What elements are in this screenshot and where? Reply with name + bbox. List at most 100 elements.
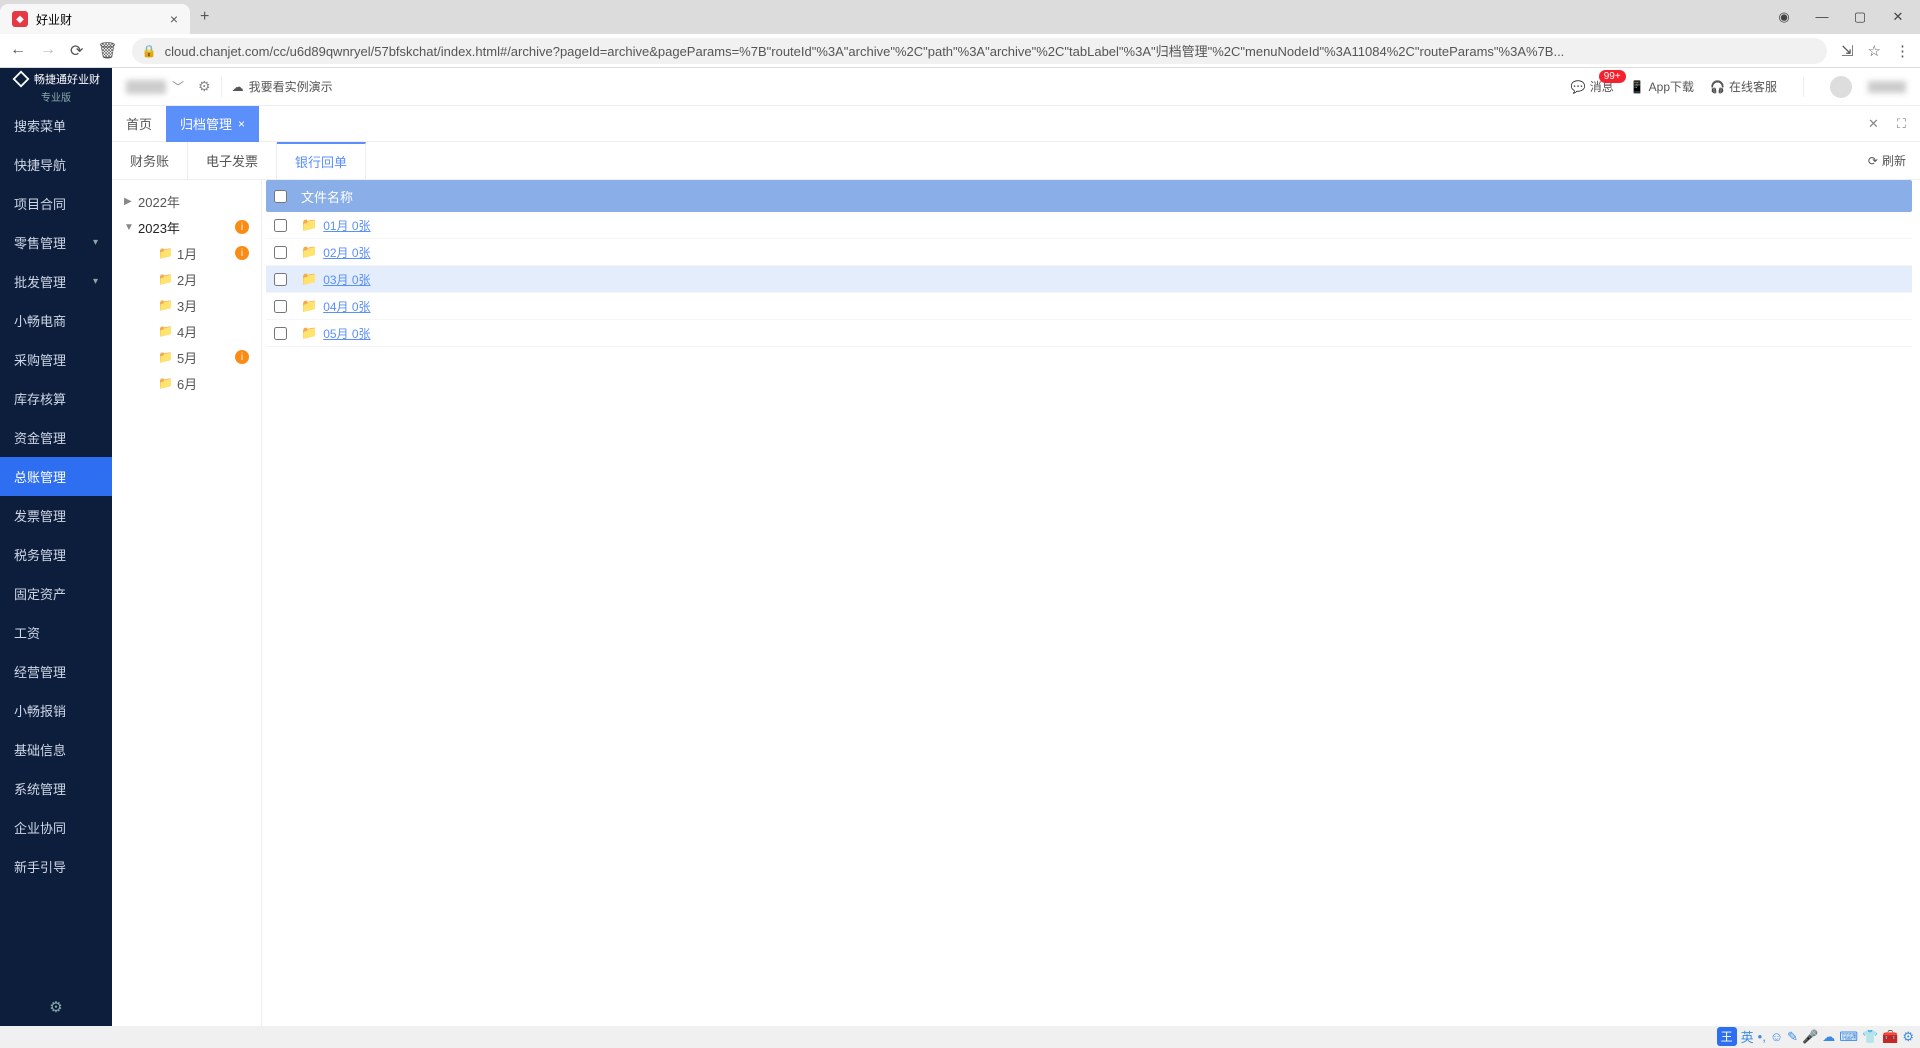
tree-node-2023[interactable]: ▼ 2023年 i (118, 214, 255, 240)
ime-mic-icon[interactable]: 🎤 (1802, 1029, 1818, 1045)
ime-chip[interactable]: 王 (1717, 1027, 1737, 1046)
sidebar-item[interactable]: 搜索菜单 (0, 106, 112, 145)
gear-icon[interactable]: ⚙ (198, 78, 211, 95)
sidebar-item[interactable]: 经营管理 (0, 652, 112, 691)
file-link[interactable]: 03月 0张 (323, 271, 370, 288)
ime-smile-icon[interactable]: ☺ (1770, 1029, 1783, 1044)
table-row[interactable]: 📁02月 0张 (266, 239, 1912, 266)
tree-node-m5[interactable]: 📁 5月 i (118, 344, 255, 370)
forward-icon[interactable]: → (40, 41, 56, 61)
sidebar-item[interactable]: 系统管理 (0, 769, 112, 808)
reload-icon[interactable]: ⟳ (70, 41, 83, 61)
tree-node-m6[interactable]: 📁 6月 (118, 370, 255, 396)
ime-settings-icon[interactable]: ⚙ (1902, 1029, 1914, 1045)
fullscreen-icon[interactable]: ⛶ (1893, 112, 1910, 136)
headset-icon: 🎧 (1710, 80, 1725, 94)
sidebar-item[interactable]: 采购管理 (0, 340, 112, 379)
tree-label: 3月 (177, 296, 197, 315)
refresh-button[interactable]: ⟳ 刷新 (1868, 142, 1920, 179)
window-controls: ◉ — ▢ ✕ (1774, 9, 1920, 25)
install-icon[interactable]: ⇲ (1841, 42, 1854, 60)
folder-icon: 📁 (158, 272, 173, 286)
row-checkbox[interactable] (274, 327, 287, 340)
table-row[interactable]: 📁04月 0张 (266, 293, 1912, 320)
avatar[interactable] (1830, 76, 1852, 98)
subtab-ledger[interactable]: 财务账 (112, 142, 188, 179)
ime-cloud-icon[interactable]: ☁ (1822, 1029, 1835, 1045)
sidebar-item[interactable]: 发票管理 (0, 496, 112, 535)
tab-home[interactable]: 首页 (112, 106, 166, 142)
tree-node-m4[interactable]: 📁 4月 (118, 318, 255, 344)
app-download-button[interactable]: 📱 App下载 (1630, 78, 1694, 95)
sidebar-item[interactable]: 批发管理▾ (0, 262, 112, 301)
back-icon[interactable]: ← (10, 41, 26, 61)
sidebar-item[interactable]: 小畅电商 (0, 301, 112, 340)
table-row[interactable]: 📁05月 0张 (266, 320, 1912, 347)
browser-tab[interactable]: ◆ 好业财 × (0, 4, 190, 34)
trash-icon[interactable]: 🗑 (97, 41, 117, 61)
ime-lang[interactable]: 英 (1741, 1027, 1754, 1046)
row-checkbox[interactable] (274, 300, 287, 313)
sidebar-item-label: 税务管理 (14, 545, 66, 564)
tab-close-icon[interactable]: × (170, 11, 178, 27)
sidebar-item[interactable]: 新手引导 (0, 847, 112, 886)
file-link[interactable]: 04月 0张 (323, 298, 370, 315)
sidebar-item[interactable]: 总账管理 (0, 457, 112, 496)
row-checkbox[interactable] (274, 246, 287, 259)
close-window-icon[interactable]: ✕ (1888, 9, 1908, 25)
ime-skin-icon[interactable]: 👕 (1862, 1029, 1878, 1045)
sidebar-item[interactable]: 工资 (0, 613, 112, 652)
ime-toolbox-icon[interactable]: 🧰 (1882, 1029, 1898, 1045)
table-row[interactable]: 📁03月 0张 (266, 266, 1912, 293)
subtab-einvoice[interactable]: 电子发票 (188, 142, 277, 179)
sidebar-item[interactable]: 零售管理▾ (0, 223, 112, 262)
maximize-icon[interactable]: ▢ (1850, 9, 1870, 25)
sidebar-item[interactable]: 基础信息 (0, 730, 112, 769)
tab-archive[interactable]: 归档管理 × (166, 106, 259, 142)
chevron-down-icon: ﹀ (172, 78, 184, 95)
table-row[interactable]: 📁01月 0张 (266, 212, 1912, 239)
tree-label: 2月 (177, 270, 197, 289)
menu-dots-icon[interactable]: ⋮ (1895, 42, 1910, 60)
sidebar-item[interactable]: 项目合同 (0, 184, 112, 223)
file-link[interactable]: 01月 0张 (323, 217, 370, 234)
subtab-einvoice-label: 电子发票 (206, 151, 258, 170)
tree-label: 5月 (177, 348, 197, 367)
tree-node-2022[interactable]: ▶ 2022年 (118, 188, 255, 214)
support-button[interactable]: 🎧 在线客服 (1710, 78, 1777, 95)
tree-node-m1[interactable]: 📁 1月 i (118, 240, 255, 266)
sidebar: 畅捷通好业财 专业版 搜索菜单快捷导航项目合同零售管理▾批发管理▾小畅电商采购管… (0, 106, 112, 1026)
subtab-bankreceipt[interactable]: 银行回单 (277, 142, 366, 179)
url-text: cloud.chanjet.com/cc/u6d89qwnryel/57bfsk… (165, 41, 1817, 60)
folder-icon: 📁 (158, 350, 173, 364)
star-icon[interactable]: ☆ (1868, 42, 1881, 60)
select-all-checkbox[interactable] (274, 190, 287, 203)
account-icon[interactable]: ◉ (1774, 9, 1794, 25)
close-all-tabs-icon[interactable]: ✕ (1864, 112, 1883, 136)
tree-node-m2[interactable]: 📁 2月 (118, 266, 255, 292)
settings-icon[interactable]: ⚙ (0, 988, 112, 1026)
new-tab-button[interactable]: + (200, 8, 209, 26)
ime-edit-icon[interactable]: ✎ (1787, 1029, 1798, 1045)
demo-link[interactable]: ☁ 我要看实例演示 (232, 78, 333, 95)
ime-punct-icon[interactable]: •, (1758, 1029, 1766, 1044)
file-link[interactable]: 02月 0张 (323, 244, 370, 261)
messages-button[interactable]: 💬 消息 99+ (1571, 78, 1614, 95)
file-link[interactable]: 05月 0张 (323, 325, 370, 342)
subtab-bankreceipt-label: 银行回单 (295, 152, 347, 171)
tab-close-icon[interactable]: × (238, 117, 245, 131)
sidebar-item[interactable]: 税务管理 (0, 535, 112, 574)
sidebar-item[interactable]: 库存核算 (0, 379, 112, 418)
org-selector[interactable]: ﹀ (112, 78, 198, 95)
tree-node-m3[interactable]: 📁 3月 (118, 292, 255, 318)
sidebar-item[interactable]: 小畅报销 (0, 691, 112, 730)
minimize-icon[interactable]: — (1812, 9, 1832, 25)
sidebar-item[interactable]: 企业协同 (0, 808, 112, 847)
row-checkbox[interactable] (274, 273, 287, 286)
sidebar-item[interactable]: 资金管理 (0, 418, 112, 457)
row-checkbox[interactable] (274, 219, 287, 232)
sidebar-item[interactable]: 快捷导航 (0, 145, 112, 184)
url-box[interactable]: 🔒 cloud.chanjet.com/cc/u6d89qwnryel/57bf… (132, 38, 1827, 64)
ime-keyboard-icon[interactable]: ⌨ (1839, 1029, 1858, 1045)
sidebar-item[interactable]: 固定资产 (0, 574, 112, 613)
